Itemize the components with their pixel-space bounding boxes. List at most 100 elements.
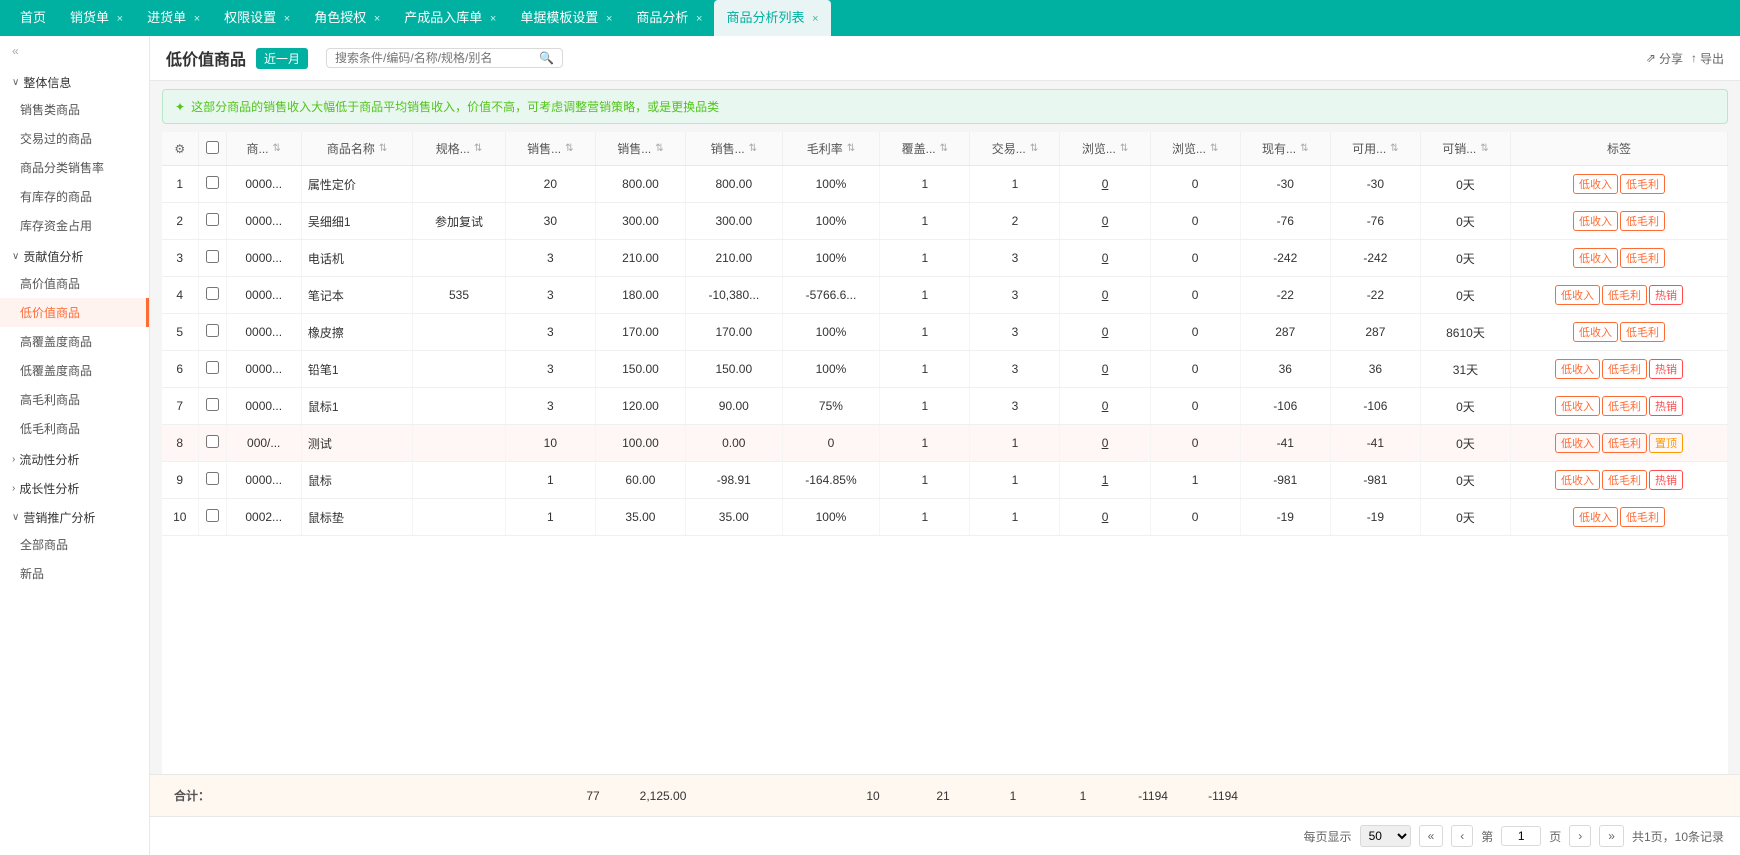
row-checkbox[interactable] (206, 361, 219, 374)
nav-close-product-stock[interactable]: × (490, 13, 496, 25)
last-page-btn[interactable]: » (1599, 825, 1624, 847)
page-input[interactable] (1501, 826, 1541, 846)
sidebar-item-low-value[interactable]: 低价值商品 (0, 298, 149, 327)
sidebar-item-new-goods[interactable]: 新品 (0, 559, 149, 588)
table-row: 1 0000... 属性定价 20 800.00 800.00 100% 1 1… (162, 166, 1728, 203)
nav-close-sales[interactable]: × (117, 13, 123, 25)
sidebar-section-title-marketing[interactable]: ∨ 营销推广分析 (0, 501, 149, 530)
browse1-link[interactable]: 0 (1102, 251, 1109, 265)
sidebar-item-sales-goods[interactable]: 销售类商品 (0, 95, 149, 124)
sidebar-item-stocked-goods[interactable]: 有库存的商品 (0, 182, 149, 211)
row-checkbox-cell[interactable] (198, 277, 226, 314)
row-checkbox-cell[interactable] (198, 314, 226, 351)
sidebar-item-inventory-funds[interactable]: 库存资金占用 (0, 211, 149, 240)
first-page-btn[interactable]: « (1419, 825, 1444, 847)
select-all-checkbox[interactable] (206, 141, 219, 154)
nav-goods-list[interactable]: 商品分析列表 × (714, 0, 830, 36)
nav-role[interactable]: 角色授权 × (302, 0, 392, 36)
nav-sales[interactable]: 销货单 × (58, 0, 135, 36)
row-checkbox-cell[interactable] (198, 388, 226, 425)
nav-close-template[interactable]: × (606, 13, 612, 25)
nav-close-goods-list[interactable]: × (812, 13, 818, 25)
th-coverage[interactable]: 覆盖...⇅ (880, 132, 970, 166)
browse1-link[interactable]: 0 (1102, 177, 1109, 191)
th-sales-qty[interactable]: 销售...⇅ (505, 132, 595, 166)
row-checkbox[interactable] (206, 250, 219, 263)
row-checkbox[interactable] (206, 324, 219, 337)
search-input[interactable] (335, 51, 535, 65)
sidebar-section-title-liquidity[interactable]: › 流动性分析 (0, 443, 149, 472)
browse1-link[interactable]: 0 (1102, 214, 1109, 228)
th-saleable[interactable]: 可销...⇅ (1420, 132, 1510, 166)
th-sales-amount[interactable]: 销售...⇅ (595, 132, 685, 166)
th-sales-avg[interactable]: 销售...⇅ (686, 132, 783, 166)
th-gross-margin[interactable]: 毛利率⇅ (782, 132, 880, 166)
page-size-select[interactable]: 50 100 200 (1360, 825, 1411, 847)
sidebar-collapse-btn[interactable]: « (0, 36, 149, 66)
sidebar-section-title-overview[interactable]: ∨ 整体信息 (0, 66, 149, 95)
nav-close-purchase[interactable]: × (194, 13, 200, 25)
browse1-link[interactable]: 0 (1102, 325, 1109, 339)
nav-product-stock[interactable]: 产成品入库单 × (392, 0, 508, 36)
export-btn[interactable]: ↑ 导出 (1691, 50, 1724, 67)
row-checkbox[interactable] (206, 287, 219, 300)
th-transactions[interactable]: 交易...⇅ (970, 132, 1060, 166)
browse1-link[interactable]: 0 (1102, 399, 1109, 413)
row-checkbox[interactable] (206, 509, 219, 522)
sidebar-item-low-coverage[interactable]: 低覆盖度商品 (0, 356, 149, 385)
sidebar-item-all-goods[interactable]: 全部商品 (0, 530, 149, 559)
browse1-link[interactable]: 0 (1102, 362, 1109, 376)
sidebar-item-traded-goods[interactable]: 交易过的商品 (0, 124, 149, 153)
browse1-link[interactable]: 0 (1102, 436, 1109, 450)
row-checkbox-cell[interactable] (198, 351, 226, 388)
row-checkbox[interactable] (206, 213, 219, 226)
row-checkbox-cell[interactable] (198, 425, 226, 462)
nav-close-role[interactable]: × (374, 13, 380, 25)
sidebar-section-title-growth[interactable]: › 成长性分析 (0, 472, 149, 501)
th-settings[interactable]: ⚙ (162, 132, 198, 166)
row-checkbox-cell[interactable] (198, 240, 226, 277)
row-checkbox-cell[interactable] (198, 166, 226, 203)
table-container[interactable]: ⚙ 商...⇅ 商品名称⇅ 规格...⇅ 销售...⇅ 销售...⇅ 销售...… (162, 132, 1728, 774)
sidebar-item-high-value[interactable]: 高价值商品 (0, 269, 149, 298)
sidebar-section-title-contribution[interactable]: ∨ 贡献值分析 (0, 240, 149, 269)
row-checkbox-cell[interactable] (198, 499, 226, 536)
row-checkbox-cell[interactable] (198, 462, 226, 499)
sidebar-item-category-rate[interactable]: 商品分类销售率 (0, 153, 149, 182)
nav-close-goods-analysis[interactable]: × (696, 13, 702, 25)
row-checkbox-cell[interactable] (198, 203, 226, 240)
search-icon[interactable]: 🔍 (539, 51, 554, 65)
row-checkbox[interactable] (206, 472, 219, 485)
row-checkbox[interactable] (206, 176, 219, 189)
nav-goods-analysis[interactable]: 商品分析 × (624, 0, 714, 36)
browse1-link[interactable]: 0 (1102, 288, 1109, 302)
th-name[interactable]: 商品名称⇅ (301, 132, 412, 166)
th-checkbox[interactable] (198, 132, 226, 166)
time-tag-btn[interactable]: 近一月 (256, 48, 308, 69)
row-checkbox[interactable] (206, 435, 219, 448)
sidebar-item-high-margin[interactable]: 高毛利商品 (0, 385, 149, 414)
nav-template[interactable]: 单据模板设置 × (508, 0, 624, 36)
nav-close-permission[interactable]: × (284, 13, 290, 25)
th-available[interactable]: 可用...⇅ (1330, 132, 1420, 166)
th-current-stock[interactable]: 现有...⇅ (1240, 132, 1330, 166)
tag-低毛利: 低毛利 (1602, 470, 1647, 490)
th-browse2[interactable]: 浏览...⇅ (1150, 132, 1240, 166)
th-code[interactable]: 商...⇅ (226, 132, 301, 166)
browse1-link[interactable]: 1 (1102, 473, 1109, 487)
share-btn[interactable]: ⇗ 分享 (1646, 50, 1683, 67)
sidebar-item-high-coverage[interactable]: 高覆盖度商品 (0, 327, 149, 356)
next-page-btn[interactable]: › (1569, 825, 1591, 847)
th-spec[interactable]: 规格...⇅ (413, 132, 506, 166)
settings-icon[interactable]: ⚙ (174, 142, 185, 156)
prev-page-btn[interactable]: ‹ (1451, 825, 1473, 847)
row-browse2: 0 (1150, 388, 1240, 425)
browse1-link[interactable]: 0 (1102, 510, 1109, 524)
th-browse1[interactable]: 浏览...⇅ (1060, 132, 1150, 166)
row-transactions: 3 (970, 314, 1060, 351)
nav-home[interactable]: 首页 (8, 0, 58, 36)
nav-permission[interactable]: 权限设置 × (212, 0, 302, 36)
row-checkbox[interactable] (206, 398, 219, 411)
nav-purchase[interactable]: 进货单 × (135, 0, 212, 36)
sidebar-item-low-margin[interactable]: 低毛利商品 (0, 414, 149, 443)
